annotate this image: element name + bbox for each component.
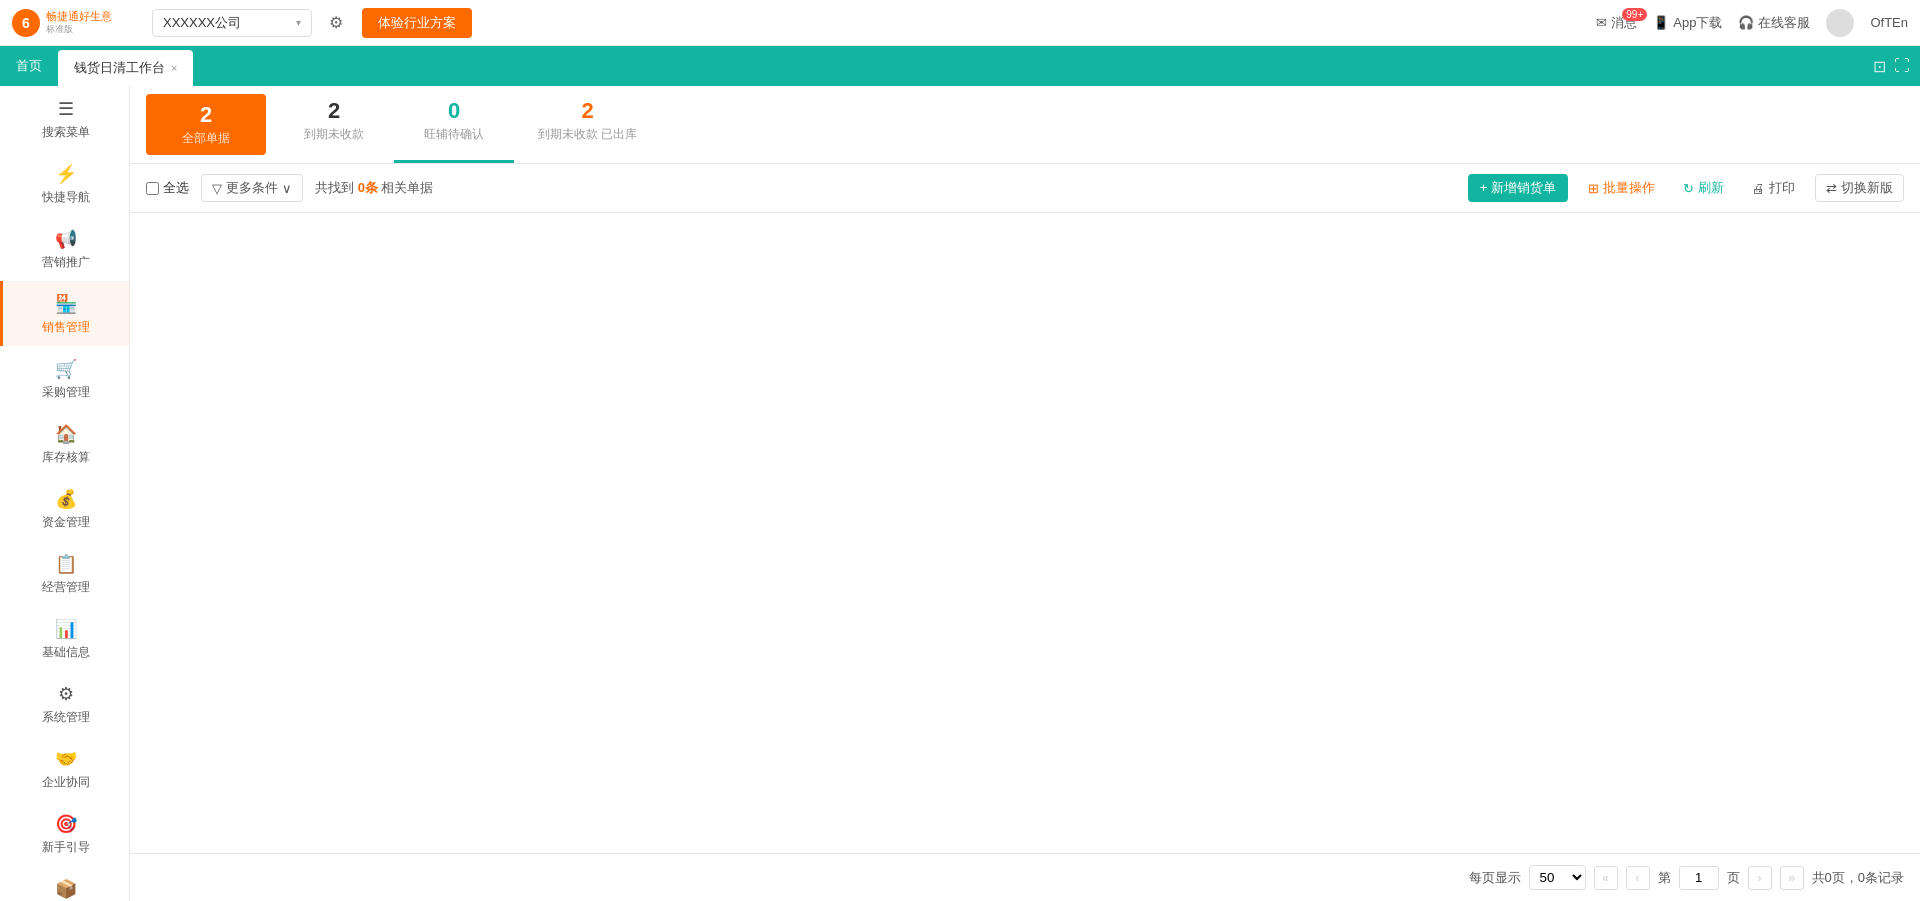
table-area — [130, 213, 1920, 853]
found-text: 共找到 0条 相关单据 — [315, 179, 433, 197]
page-prev-btn[interactable]: ‹ — [1626, 866, 1650, 890]
stat-tab-pending[interactable]: 0 旺辅待确认 — [394, 86, 514, 163]
add-sale-btn[interactable]: + 新增销货单 — [1468, 174, 1568, 202]
tab-minimize-icon[interactable]: ⊡ — [1873, 57, 1886, 76]
logo-icon: 6 — [12, 9, 40, 37]
online-service-btn[interactable]: 🎧 在线客服 — [1738, 14, 1810, 32]
stat-overdue-number: 2 — [328, 98, 340, 124]
tab-bar-actions: ⊡ ⛶ — [1873, 57, 1920, 76]
sidebar-item-marketing[interactable]: 📢 营销推广 — [0, 216, 129, 281]
sidebar-item-guide[interactable]: 🎯 新手引导 — [0, 801, 129, 866]
tab-bar: 首页 钱货日清工作台 × ⊡ ⛶ — [0, 46, 1920, 86]
print-icon: 🖨 — [1752, 181, 1765, 196]
print-btn[interactable]: 🖨 打印 — [1744, 175, 1803, 201]
page-suffix: 页 — [1727, 869, 1740, 887]
tab-close-icon[interactable]: × — [171, 62, 177, 74]
sales-icon: 🏪 — [55, 293, 77, 315]
inventory-icon: 🏠 — [55, 423, 77, 445]
message-btn[interactable]: ✉ 消息 99+ — [1596, 14, 1637, 32]
sidebar-item-operations[interactable]: 📋 经营管理 — [0, 541, 129, 606]
page-size-select[interactable]: 50 20 100 200 — [1529, 865, 1586, 890]
page-first-btn[interactable]: « — [1594, 866, 1618, 890]
pagination-bar: 每页显示 50 20 100 200 « ‹ 第 页 › » 共0页，0条记录 — [130, 853, 1920, 901]
sidebar: ☰ 搜索菜单 ⚡ 快捷导航 📢 营销推广 🏪 销售管理 🛒 采购管理 🏠 库存核… — [0, 86, 130, 901]
top-header: 6 畅捷通好生意 标准版 XXXXXX公司 ▾ ⚙ 体验行业方案 ✉ 消息 99… — [0, 0, 1920, 46]
tab-expand-icon[interactable]: ⛶ — [1894, 57, 1910, 75]
toolbar: 全选 ▽ 更多条件 ∨ 共找到 0条 相关单据 + 新增销货单 ⊞ 批量操作 ↻ — [130, 164, 1920, 213]
stat-pending-label: 旺辅待确认 — [424, 126, 484, 143]
stat-all-label: 全部单据 — [182, 130, 230, 147]
search-menu-icon: ☰ — [58, 98, 74, 120]
filter-icon: ▽ — [212, 181, 222, 196]
sidebar-item-sales[interactable]: 🏪 销售管理 — [0, 281, 129, 346]
company-selector[interactable]: XXXXXX公司 ▾ — [152, 9, 312, 37]
cooperation-icon: 🤝 — [55, 748, 77, 770]
switch-btn[interactable]: ⇄ 切换新版 — [1815, 174, 1904, 202]
header-right: ✉ 消息 99+ 📱 App下载 🎧 在线客服 OfTEn — [1596, 9, 1908, 37]
company-name: XXXXXX公司 — [163, 14, 241, 32]
system-icon: ⚙ — [58, 683, 74, 705]
username: OfTEn — [1870, 15, 1908, 30]
sidebar-item-finance[interactable]: 💰 资金管理 — [0, 476, 129, 541]
quick-nav-icon: ⚡ — [55, 163, 77, 185]
total-text: 共0页，0条记录 — [1812, 869, 1904, 887]
page-label: 第 — [1658, 869, 1671, 887]
batch-icon: ⊞ — [1588, 181, 1599, 196]
message-badge: 99+ — [1622, 8, 1647, 21]
select-all-checkbox[interactable]: 全选 — [146, 179, 189, 197]
message-icon: ✉ — [1596, 15, 1607, 30]
basic-info-icon: 📊 — [55, 618, 77, 640]
app-icon: 📱 — [1653, 15, 1669, 30]
refresh-btn[interactable]: ↻ 刷新 — [1675, 175, 1732, 201]
finance-icon: 💰 — [55, 488, 77, 510]
stat-overdue-out-label: 到期未收款 已出库 — [538, 126, 637, 143]
guide-icon: 🎯 — [55, 813, 77, 835]
page-size-label: 每页显示 — [1469, 869, 1521, 887]
toolbar-right: + 新增销货单 ⊞ 批量操作 ↻ 刷新 🖨 打印 ⇄ 切换新版 — [1468, 174, 1904, 202]
sidebar-item-purchase[interactable]: 🛒 采购管理 — [0, 346, 129, 411]
stat-tab-overdue[interactable]: 2 到期未收款 — [274, 86, 394, 163]
page-number-input[interactable] — [1679, 866, 1719, 890]
logo-text: 畅捷通好生意 标准版 — [46, 9, 112, 36]
page-next-btn[interactable]: › — [1748, 866, 1772, 890]
filter-button[interactable]: ▽ 更多条件 ∨ — [201, 174, 303, 202]
page-last-btn[interactable]: » — [1780, 866, 1804, 890]
stats-tabs: 2 全部单据 2 到期未收款 0 旺辅待确认 2 到期未收款 已出库 — [130, 86, 1920, 164]
trial-button[interactable]: 体验行业方案 — [362, 8, 472, 38]
app-center-icon: 📦 — [55, 878, 77, 900]
purchase-icon: 🛒 — [55, 358, 77, 380]
logo-area: 6 畅捷通好生意 标准版 — [12, 9, 142, 37]
refresh-icon: ↻ — [1683, 181, 1694, 196]
content-area: 2 全部单据 2 到期未收款 0 旺辅待确认 2 到期未收款 已出库 全选 — [130, 86, 1920, 901]
avatar[interactable] — [1826, 9, 1854, 37]
service-icon: 🎧 — [1738, 15, 1754, 30]
sidebar-item-basic-info[interactable]: 📊 基础信息 — [0, 606, 129, 671]
sidebar-item-quick-nav[interactable]: ⚡ 快捷导航 — [0, 151, 129, 216]
sidebar-item-search-menu[interactable]: ☰ 搜索菜单 — [0, 86, 129, 151]
operations-icon: 📋 — [55, 553, 77, 575]
marketing-icon: 📢 — [55, 228, 77, 250]
select-all-input[interactable] — [146, 182, 159, 195]
main-layout: ☰ 搜索菜单 ⚡ 快捷导航 📢 营销推广 🏪 销售管理 🛒 采购管理 🏠 库存核… — [0, 86, 1920, 901]
filter-chevron-icon: ∨ — [282, 181, 292, 196]
switch-icon: ⇄ — [1826, 181, 1837, 196]
stat-pending-number: 0 — [448, 98, 460, 124]
stat-overdue-label: 到期未收款 — [304, 126, 364, 143]
chevron-down-icon: ▾ — [296, 17, 301, 28]
stat-overdue-out-number: 2 — [582, 98, 594, 124]
stat-tab-all[interactable]: 2 全部单据 — [146, 94, 266, 155]
sidebar-item-system[interactable]: ⚙ 系统管理 — [0, 671, 129, 736]
settings-icon[interactable]: ⚙ — [320, 7, 352, 39]
sidebar-item-app-center[interactable]: 📦 应用中心 — [0, 866, 129, 901]
batch-btn[interactable]: ⊞ 批量操作 — [1580, 175, 1663, 201]
stat-all-number: 2 — [200, 102, 212, 128]
found-count: 0条 — [358, 180, 378, 195]
app-download-btn[interactable]: 📱 App下载 — [1653, 14, 1722, 32]
tab-home[interactable]: 首页 — [0, 46, 58, 86]
stat-tab-overdue-out[interactable]: 2 到期未收款 已出库 — [514, 86, 661, 163]
sidebar-item-inventory[interactable]: 🏠 库存核算 — [0, 411, 129, 476]
sidebar-item-cooperation[interactable]: 🤝 企业协同 — [0, 736, 129, 801]
tab-active[interactable]: 钱货日清工作台 × — [58, 50, 193, 86]
